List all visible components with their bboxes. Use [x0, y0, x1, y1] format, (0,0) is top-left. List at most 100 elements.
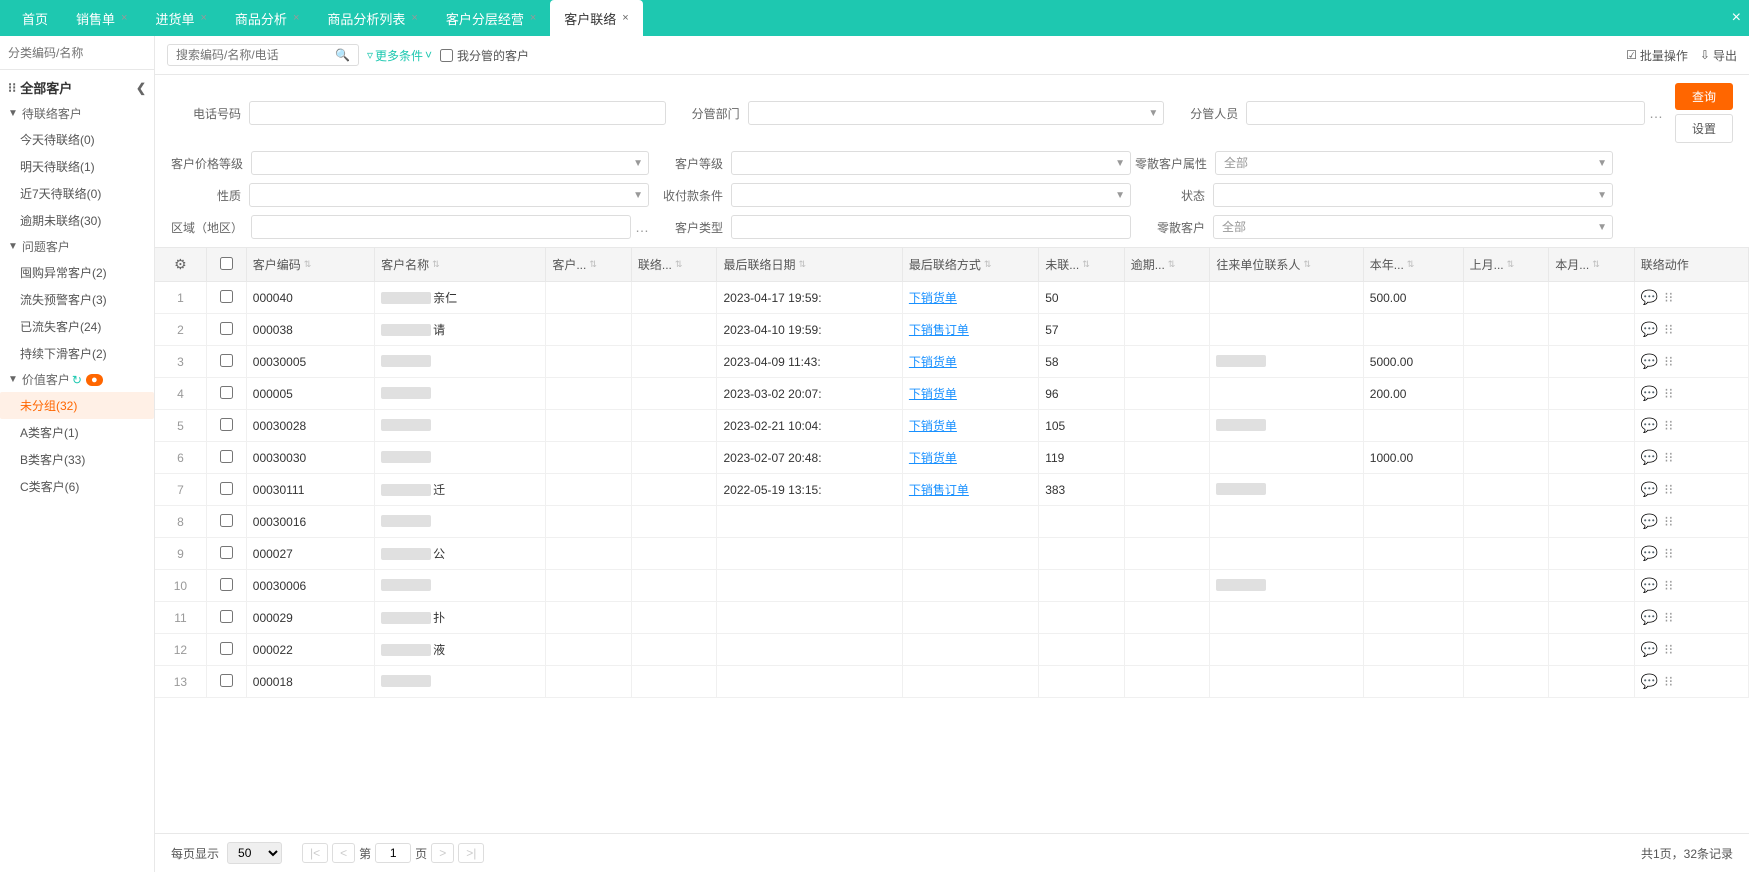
refresh-icon[interactable]: ↻ — [72, 373, 82, 387]
row-checkbox[interactable] — [220, 610, 233, 623]
chat-icon[interactable]: 💬 — [1641, 513, 1658, 530]
tab-purchase-close[interactable]: × — [200, 12, 206, 24]
export-btn[interactable]: ⇩ 导出 — [1700, 47, 1737, 64]
sidebar-item-ungroup[interactable]: 未分组(32) — [0, 392, 154, 419]
th-this-year[interactable]: 本年... ⇅ — [1363, 248, 1463, 282]
tab-home[interactable]: 首页 — [8, 0, 62, 36]
chat-icon[interactable]: 💬 — [1641, 641, 1658, 658]
sidebar-group-pending[interactable]: ▼ 待联络客户 — [0, 101, 154, 126]
price-tier-select[interactable] — [251, 151, 649, 175]
method-link[interactable]: 下销货单 — [909, 355, 957, 369]
th-overdue[interactable]: 逾期... ⇅ — [1124, 248, 1210, 282]
sidebar-item-7days[interactable]: 近7天待联络(0) — [0, 180, 154, 207]
tab-customer-contact[interactable]: 客户联络 × — [550, 0, 642, 36]
grid-action-icon[interactable]: ⁝⁝ — [1664, 321, 1673, 338]
grid-action-icon[interactable]: ⁝⁝ — [1664, 673, 1673, 690]
nature-select[interactable] — [249, 183, 649, 207]
grid-action-icon[interactable]: ⁝⁝ — [1664, 353, 1673, 370]
chat-icon[interactable]: 💬 — [1641, 353, 1658, 370]
grid-action-icon[interactable]: ⁝⁝ — [1664, 513, 1673, 530]
person-more-icon[interactable]: … — [1649, 105, 1663, 121]
th-name[interactable]: 客户名称 ⇅ — [375, 248, 546, 282]
select-all-checkbox[interactable] — [220, 257, 233, 270]
tab-analysis-list-close[interactable]: × — [411, 12, 417, 24]
grid-action-icon[interactable]: ⁝⁝ — [1664, 481, 1673, 498]
sidebar-item-overdue[interactable]: 逾期未联络(30) — [0, 207, 154, 234]
row-checkbox[interactable] — [220, 450, 233, 463]
chat-icon[interactable]: 💬 — [1641, 577, 1658, 594]
scatter-attr-select[interactable]: 全部 — [1215, 151, 1613, 175]
my-customers-checkbox[interactable] — [440, 49, 453, 62]
method-link[interactable]: 下销货单 — [909, 387, 957, 401]
method-link[interactable]: 下销货单 — [909, 451, 957, 465]
row-checkbox[interactable] — [220, 386, 233, 399]
grid-action-icon[interactable]: ⁝⁝ — [1664, 449, 1673, 466]
method-link[interactable]: 下销货单 — [909, 419, 957, 433]
chat-icon[interactable]: 💬 — [1641, 289, 1658, 306]
sidebar-item-tomorrow[interactable]: 明天待联络(1) — [0, 153, 154, 180]
chat-icon[interactable]: 💬 — [1641, 449, 1658, 466]
region-more-icon[interactable]: … — [635, 219, 649, 235]
row-checkbox[interactable] — [220, 674, 233, 687]
row-checkbox[interactable] — [220, 642, 233, 655]
tab-customer-tier[interactable]: 客户分层经营 × — [432, 0, 550, 36]
tab-customer-contact-close[interactable]: × — [622, 12, 628, 24]
grid-action-icon[interactable]: ⁝⁝ — [1664, 385, 1673, 402]
reset-btn[interactable]: 设置 — [1675, 114, 1733, 143]
sidebar-item-grade-a[interactable]: A类客户(1) — [0, 419, 154, 446]
chat-icon[interactable]: 💬 — [1641, 609, 1658, 626]
tab-purchase[interactable]: 进货单 × — [141, 0, 220, 36]
sidebar-item-grade-b[interactable]: B类客户(33) — [0, 446, 154, 473]
row-checkbox[interactable] — [220, 418, 233, 431]
page-input[interactable] — [375, 843, 411, 863]
region-input[interactable] — [251, 215, 631, 239]
grid-action-icon[interactable]: ⁝⁝ — [1664, 577, 1673, 594]
method-link[interactable]: 下销货单 — [909, 291, 957, 305]
payment-select[interactable] — [731, 183, 1131, 207]
close-all-icon[interactable]: × — [1732, 9, 1741, 27]
dept-select[interactable] — [748, 101, 1165, 125]
first-page-btn[interactable]: |< — [302, 843, 328, 863]
th-code[interactable]: 客户编码 ⇅ — [246, 248, 374, 282]
th-no-contact[interactable]: 未联... ⇅ — [1039, 248, 1125, 282]
row-checkbox[interactable] — [220, 578, 233, 591]
tab-analysis[interactable]: 商品分析 × — [221, 0, 313, 36]
sidebar-item-churn-warn[interactable]: 流失预警客户(3) — [0, 286, 154, 313]
status-select[interactable] — [1213, 183, 1613, 207]
row-checkbox[interactable] — [220, 546, 233, 559]
method-link[interactable]: 下销售订单 — [909, 483, 969, 497]
th-this-month[interactable]: 本月... ⇅ — [1549, 248, 1635, 282]
grid-action-icon[interactable]: ⁝⁝ — [1664, 289, 1673, 306]
more-conditions-btn[interactable]: ▿ 更多条件 ˅ — [367, 47, 432, 64]
tab-customer-tier-close[interactable]: × — [530, 12, 536, 24]
sidebar-item-churned[interactable]: 已流失客户(24) — [0, 313, 154, 340]
next-page-btn[interactable]: > — [431, 843, 454, 863]
settings-icon[interactable]: ⚙ — [174, 256, 187, 273]
sidebar-collapse-icon[interactable]: ❮ — [136, 81, 146, 95]
query-btn[interactable]: 查询 — [1675, 83, 1733, 110]
row-checkbox[interactable] — [220, 322, 233, 335]
tab-analysis-list[interactable]: 商品分析列表 × — [313, 0, 431, 36]
my-customers-check[interactable]: 我分管的客户 — [440, 47, 529, 64]
th-last-date[interactable]: 最后联络日期 ⇅ — [717, 248, 902, 282]
row-checkbox[interactable] — [220, 482, 233, 495]
prev-page-btn[interactable]: < — [332, 843, 355, 863]
person-input[interactable] — [1246, 101, 1645, 125]
sidebar-item-today[interactable]: 今天待联络(0) — [0, 126, 154, 153]
batch-op-btn[interactable]: ☑ 批量操作 — [1626, 47, 1688, 64]
sidebar-item-hoard[interactable]: 囤购异常客户(2) — [0, 259, 154, 286]
tab-sales[interactable]: 销售单 × — [62, 0, 141, 36]
th-company-contact[interactable]: 往来单位联系人 ⇅ — [1210, 248, 1363, 282]
tab-sales-close[interactable]: × — [121, 12, 127, 24]
grid-action-icon[interactable]: ⁝⁝ — [1664, 609, 1673, 626]
th-last-method[interactable]: 最后联络方式 ⇅ — [902, 248, 1038, 282]
last-page-btn[interactable]: >| — [458, 843, 484, 863]
main-search-input[interactable] — [176, 48, 331, 62]
sidebar-item-declining[interactable]: 持续下滑客户(2) — [0, 340, 154, 367]
scatter-select[interactable]: 全部 — [1213, 215, 1613, 239]
chat-icon[interactable]: 💬 — [1641, 545, 1658, 562]
sidebar-group-problem[interactable]: ▼ 问题客户 — [0, 234, 154, 259]
sidebar-item-grade-c[interactable]: C类客户(6) — [0, 473, 154, 500]
sidebar-group-score[interactable]: ▼ 价值客户 ↻ ● — [0, 367, 154, 392]
method-link[interactable]: 下销售订单 — [909, 323, 969, 337]
